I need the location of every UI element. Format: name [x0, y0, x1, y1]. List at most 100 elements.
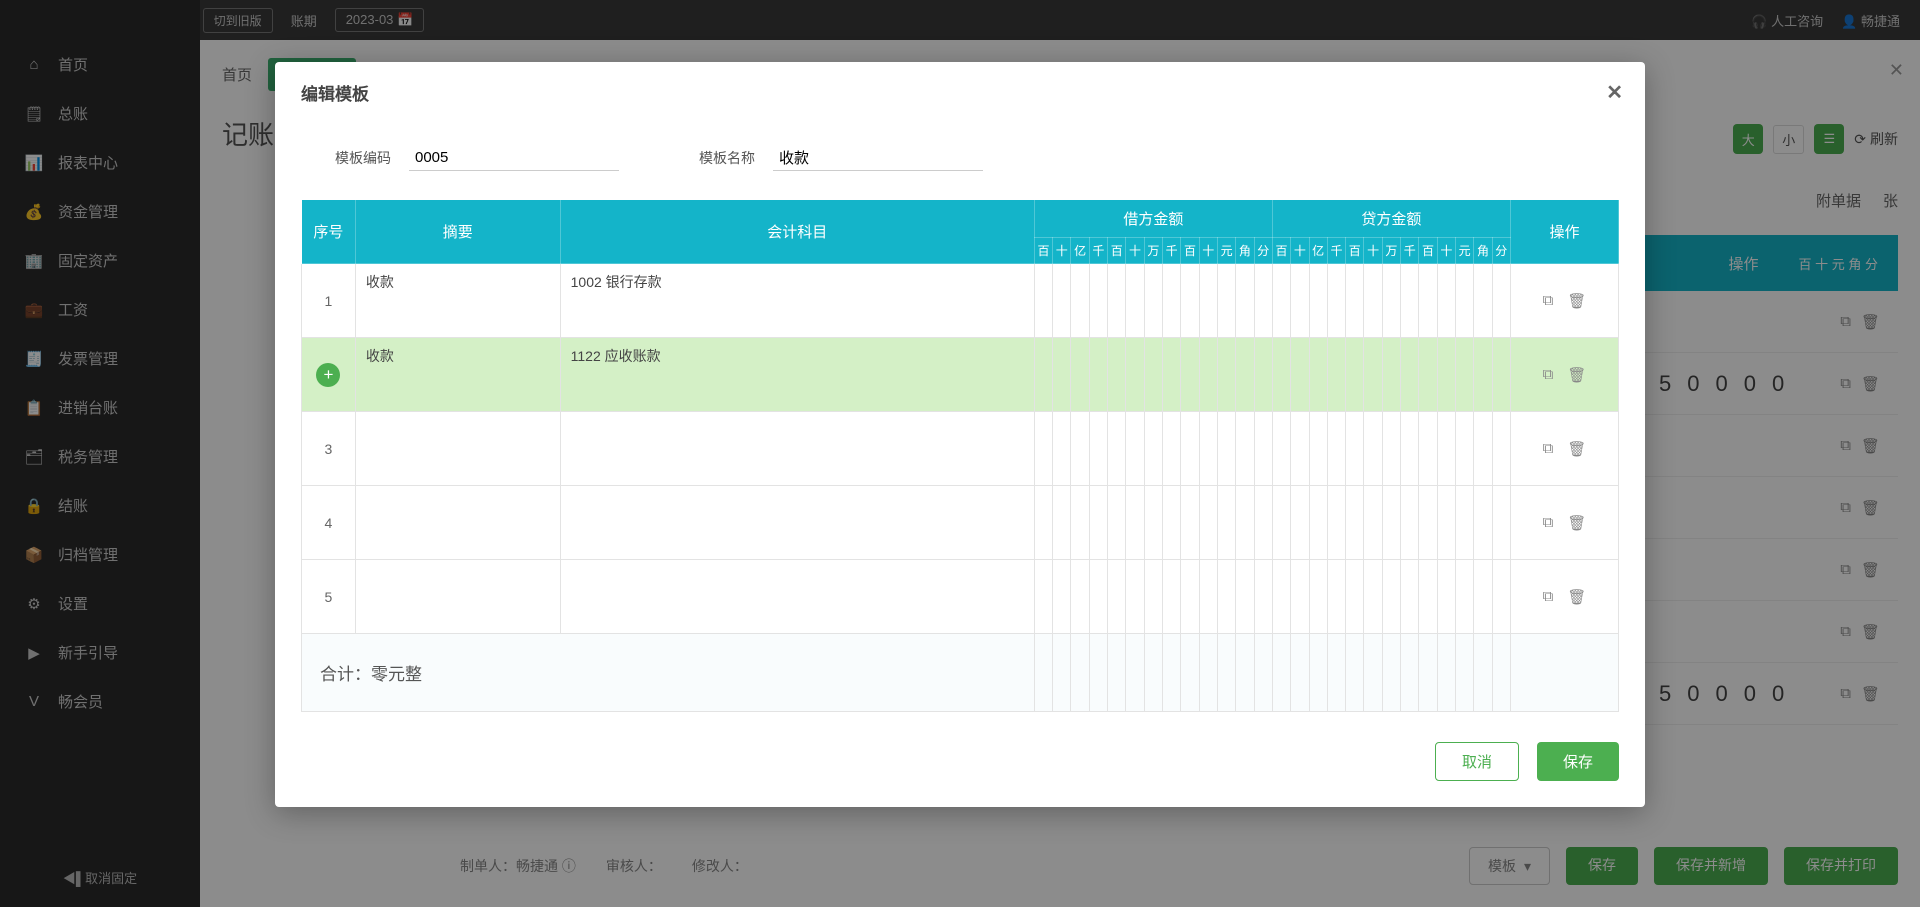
- account-cell[interactable]: [560, 486, 1034, 560]
- amount-cell[interactable]: [1382, 338, 1400, 412]
- amount-cell[interactable]: [1419, 412, 1437, 486]
- amount-cell[interactable]: [1401, 634, 1419, 712]
- amount-cell[interactable]: [1144, 486, 1162, 560]
- amount-cell[interactable]: [1327, 634, 1345, 712]
- amount-cell[interactable]: [1346, 338, 1364, 412]
- amount-cell[interactable]: [1456, 634, 1474, 712]
- amount-cell[interactable]: [1126, 560, 1144, 634]
- amount-cell[interactable]: [1346, 560, 1364, 634]
- save-button[interactable]: 保存: [1537, 742, 1619, 781]
- summary-cell[interactable]: 收款: [355, 264, 560, 338]
- amount-cell[interactable]: [1108, 264, 1126, 338]
- amount-cell[interactable]: [1346, 486, 1364, 560]
- amount-cell[interactable]: [1272, 486, 1290, 560]
- amount-cell[interactable]: [1364, 412, 1382, 486]
- amount-cell[interactable]: [1126, 412, 1144, 486]
- amount-cell[interactable]: [1309, 560, 1327, 634]
- amount-cell[interactable]: [1437, 264, 1455, 338]
- amount-cell[interactable]: [1254, 264, 1272, 338]
- amount-cell[interactable]: [1089, 486, 1107, 560]
- amount-cell[interactable]: [1492, 412, 1510, 486]
- amount-cell[interactable]: [1419, 338, 1437, 412]
- amount-cell[interactable]: [1437, 560, 1455, 634]
- amount-cell[interactable]: [1217, 634, 1235, 712]
- copy-icon[interactable]: ⧉: [1543, 440, 1554, 458]
- amount-cell[interactable]: [1089, 560, 1107, 634]
- amount-cell[interactable]: [1144, 264, 1162, 338]
- amount-cell[interactable]: [1181, 560, 1199, 634]
- amount-cell[interactable]: [1053, 560, 1071, 634]
- amount-cell[interactable]: [1053, 486, 1071, 560]
- amount-cell[interactable]: [1144, 412, 1162, 486]
- amount-cell[interactable]: [1364, 560, 1382, 634]
- amount-cell[interactable]: [1126, 634, 1144, 712]
- amount-cell[interactable]: [1291, 338, 1309, 412]
- amount-cell[interactable]: [1346, 634, 1364, 712]
- amount-cell[interactable]: [1474, 634, 1492, 712]
- amount-cell[interactable]: [1108, 486, 1126, 560]
- amount-cell[interactable]: [1474, 338, 1492, 412]
- amount-cell[interactable]: [1474, 264, 1492, 338]
- amount-cell[interactable]: [1126, 264, 1144, 338]
- amount-cell[interactable]: [1492, 634, 1510, 712]
- amount-cell[interactable]: [1144, 560, 1162, 634]
- add-row-icon[interactable]: +: [316, 363, 340, 387]
- amount-cell[interactable]: [1382, 560, 1400, 634]
- amount-cell[interactable]: [1254, 634, 1272, 712]
- amount-cell[interactable]: [1456, 560, 1474, 634]
- amount-cell[interactable]: [1382, 634, 1400, 712]
- amount-cell[interactable]: [1364, 338, 1382, 412]
- amount-cell[interactable]: [1492, 264, 1510, 338]
- amount-cell[interactable]: [1254, 412, 1272, 486]
- amount-cell[interactable]: [1419, 560, 1437, 634]
- cancel-button[interactable]: 取消: [1435, 742, 1519, 781]
- summary-cell[interactable]: [355, 560, 560, 634]
- amount-cell[interactable]: [1309, 486, 1327, 560]
- amount-cell[interactable]: [1254, 338, 1272, 412]
- amount-cell[interactable]: [1089, 264, 1107, 338]
- amount-cell[interactable]: [1034, 264, 1052, 338]
- amount-cell[interactable]: [1217, 486, 1235, 560]
- amount-cell[interactable]: [1089, 634, 1107, 712]
- summary-cell[interactable]: 收款: [355, 338, 560, 412]
- amount-cell[interactable]: [1291, 412, 1309, 486]
- amount-cell[interactable]: [1419, 264, 1437, 338]
- amount-cell[interactable]: [1181, 634, 1199, 712]
- amount-cell[interactable]: [1401, 560, 1419, 634]
- amount-cell[interactable]: [1163, 338, 1181, 412]
- amount-cell[interactable]: [1163, 634, 1181, 712]
- amount-cell[interactable]: [1199, 412, 1217, 486]
- amount-cell[interactable]: [1254, 486, 1272, 560]
- amount-cell[interactable]: [1382, 412, 1400, 486]
- amount-cell[interactable]: [1053, 264, 1071, 338]
- amount-cell[interactable]: [1163, 486, 1181, 560]
- amount-cell[interactable]: [1456, 486, 1474, 560]
- amount-cell[interactable]: [1163, 264, 1181, 338]
- delete-icon[interactable]: 🗑: [1567, 292, 1586, 310]
- amount-cell[interactable]: [1327, 486, 1345, 560]
- amount-cell[interactable]: [1217, 560, 1235, 634]
- amount-cell[interactable]: [1053, 634, 1071, 712]
- delete-icon[interactable]: 🗑: [1567, 440, 1586, 458]
- close-icon[interactable]: ✕: [1606, 80, 1623, 105]
- amount-cell[interactable]: [1309, 634, 1327, 712]
- amount-cell[interactable]: [1071, 486, 1089, 560]
- amount-cell[interactable]: [1456, 264, 1474, 338]
- summary-cell[interactable]: [355, 486, 560, 560]
- amount-cell[interactable]: [1291, 264, 1309, 338]
- delete-icon[interactable]: 🗑: [1567, 366, 1586, 384]
- amount-cell[interactable]: [1108, 412, 1126, 486]
- amount-cell[interactable]: [1327, 412, 1345, 486]
- amount-cell[interactable]: [1034, 634, 1052, 712]
- template-code-input[interactable]: [409, 145, 619, 171]
- amount-cell[interactable]: [1474, 412, 1492, 486]
- amount-cell[interactable]: [1144, 634, 1162, 712]
- amount-cell[interactable]: [1181, 264, 1199, 338]
- amount-cell[interactable]: [1474, 560, 1492, 634]
- account-cell[interactable]: [560, 412, 1034, 486]
- amount-cell[interactable]: [1034, 486, 1052, 560]
- amount-cell[interactable]: [1272, 264, 1290, 338]
- amount-cell[interactable]: [1071, 412, 1089, 486]
- amount-cell[interactable]: [1199, 486, 1217, 560]
- amount-cell[interactable]: [1034, 412, 1052, 486]
